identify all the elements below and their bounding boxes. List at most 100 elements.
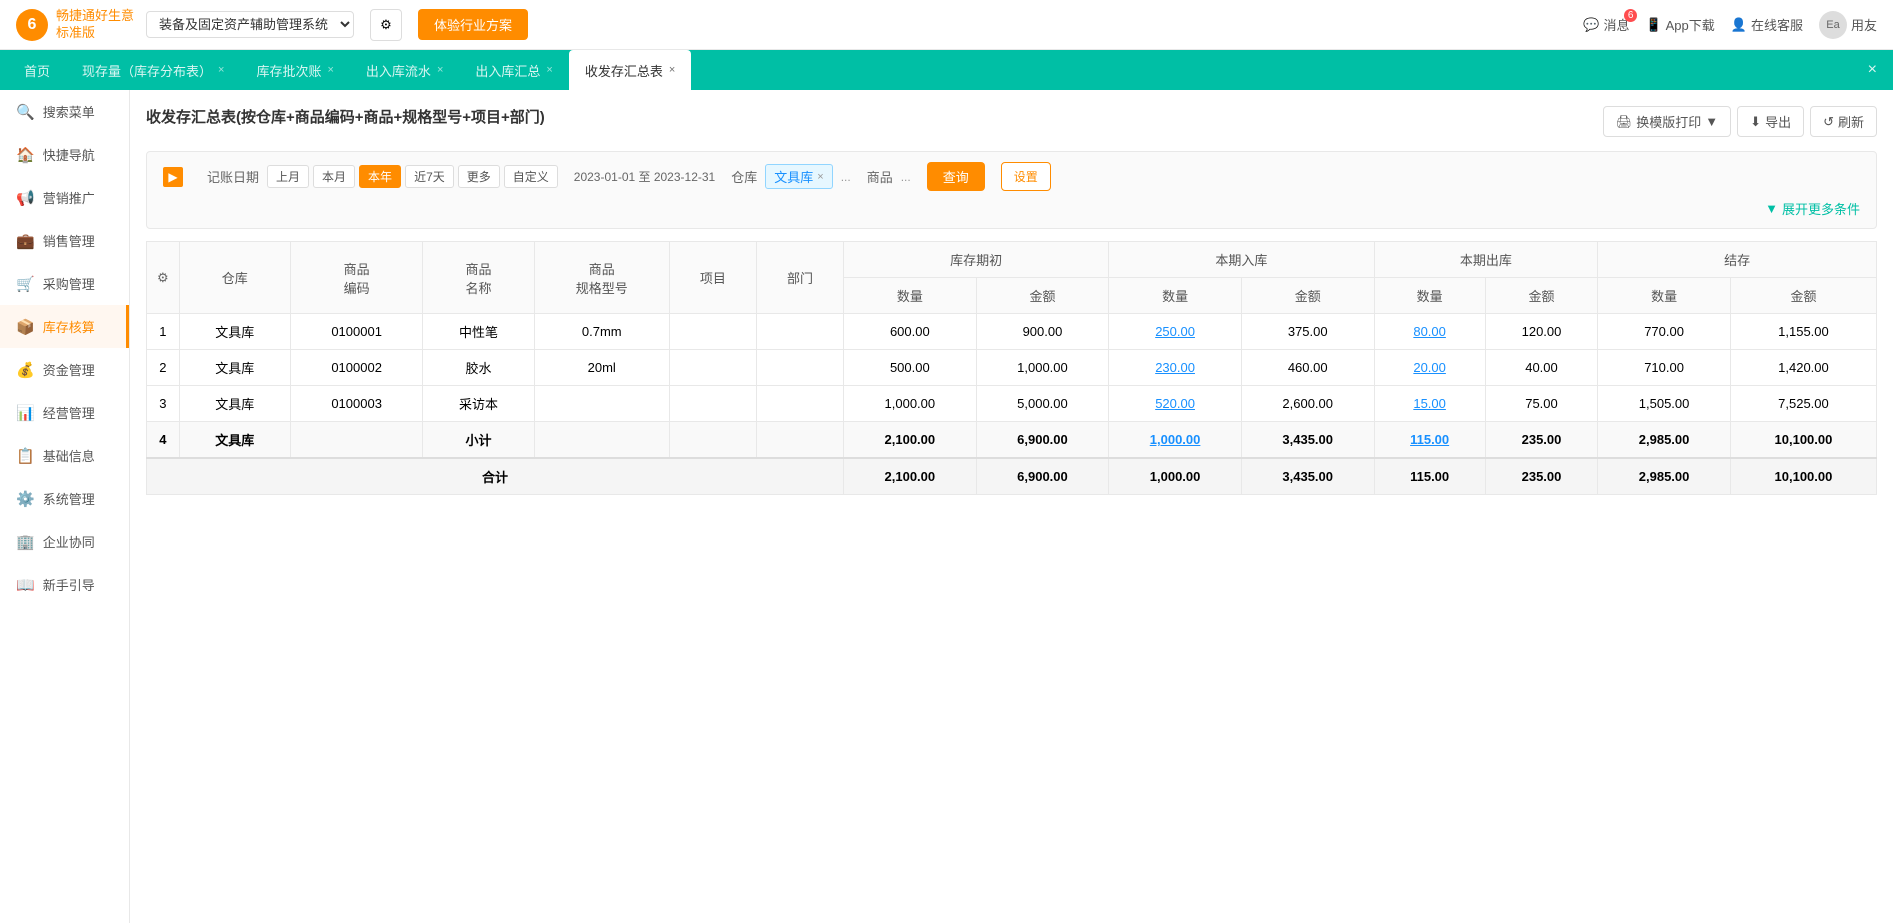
user-area[interactable]: Ea 用友 <box>1819 11 1877 39</box>
th-warehouse: 仓库 <box>179 242 290 314</box>
guide-icon: 📖 <box>16 576 35 594</box>
query-button[interactable]: 查询 <box>927 162 985 191</box>
tab-inout-flow[interactable]: 出入库流水 × <box>350 50 459 90</box>
cell-open-qty: 2,100.00 <box>844 422 977 459</box>
total-label: 合计 <box>147 458 844 495</box>
tab-inout-flow-close[interactable]: × <box>437 64 443 76</box>
sidebar-item-finance[interactable]: 💰 资金管理 <box>0 348 129 391</box>
th-spec: 商品规格型号 <box>534 242 669 314</box>
date-filter-label: 记账日期 <box>207 167 259 186</box>
cell-out-amt: 235.00 <box>1485 422 1598 459</box>
tab-recv-send[interactable]: 收发存汇总表 × <box>569 50 691 90</box>
collapse-arrow-btn[interactable]: ▶ <box>163 167 183 187</box>
cell-project <box>669 314 756 350</box>
cell-bal-amt: 10,100.00 <box>1730 422 1876 459</box>
th-dept: 部门 <box>756 242 843 314</box>
tab-inout-summary-close[interactable]: × <box>546 64 552 76</box>
sidebar-item-system[interactable]: ⚙️ 系统管理 <box>0 477 129 520</box>
tab-home[interactable]: 首页 <box>8 50 66 90</box>
sidebar-item-guide[interactable]: 📖 新手引导 <box>0 563 129 606</box>
export-button[interactable]: ⬇ 导出 <box>1737 106 1804 137</box>
sidebar-item-basic-info[interactable]: 📋 基础信息 <box>0 434 129 477</box>
cell-in-qty[interactable]: 250.00 <box>1109 314 1242 350</box>
page-header-row: 收发存汇总表(按仓库+商品编码+商品+规格型号+项目+部门) 🖨 换模版打印 ▼… <box>146 106 1877 143</box>
filter-row-1: ▶ 记账日期 上月 本月 本年 近7天 更多 自定义 2023-01-01 至 … <box>163 162 1860 191</box>
cell-code: 0100002 <box>290 350 423 386</box>
tab-inventory-dist[interactable]: 现存量（库存分布表） × <box>66 50 240 90</box>
btn-last-month[interactable]: 上月 <box>267 165 309 188</box>
warehouse-tag-text: 文具库 <box>774 167 813 186</box>
cell-name: 采访本 <box>423 386 534 422</box>
app-download-btn[interactable]: 📱 App下载 <box>1645 15 1714 34</box>
cell-out-qty[interactable]: 20.00 <box>1374 350 1485 386</box>
sidebar-item-purchase[interactable]: 🛒 采购管理 <box>0 262 129 305</box>
sidebar-item-marketing-label: 营销推广 <box>43 188 95 207</box>
btn-this-year[interactable]: 本年 <box>359 165 401 188</box>
th-settings[interactable]: ⚙ <box>147 242 180 314</box>
print-button[interactable]: 🖨 换模版打印 ▼ <box>1603 106 1731 137</box>
tab-batch-close[interactable]: × <box>327 64 333 76</box>
sidebar-item-quick-nav[interactable]: 🏠 快捷导航 <box>0 133 129 176</box>
cell-dept <box>756 314 843 350</box>
cell-in-amt: 3,435.00 <box>1241 422 1374 459</box>
th-bal-amt: 金额 <box>1730 278 1876 314</box>
th-period-in: 本期入库 <box>1109 242 1374 278</box>
sidebar-item-marketing[interactable]: 📢 营销推广 <box>0 176 129 219</box>
purchase-icon: 🛒 <box>16 275 35 293</box>
tab-inout-summary[interactable]: 出入库汇总 × <box>459 50 568 90</box>
cell-in-qty[interactable]: 520.00 <box>1109 386 1242 422</box>
cell-spec <box>534 386 669 422</box>
cell-out-amt: 120.00 <box>1485 314 1598 350</box>
system-name-area: 装备及固定资产辅助管理系统 ⚙ 体验行业方案 <box>146 9 1583 41</box>
trial-button[interactable]: 体验行业方案 <box>418 9 528 40</box>
cell-out-qty[interactable]: 80.00 <box>1374 314 1485 350</box>
app-icon: 📱 <box>1645 17 1661 33</box>
cell-out-qty[interactable]: 15.00 <box>1374 386 1485 422</box>
tab-batch[interactable]: 库存批次账 × <box>240 50 349 90</box>
warehouse-more-link[interactable]: ... <box>841 170 851 184</box>
cell-in-qty[interactable]: 230.00 <box>1109 350 1242 386</box>
cell-name: 胶水 <box>423 350 534 386</box>
gear-icon[interactable]: ⚙ <box>157 270 169 285</box>
sidebar-item-sales[interactable]: 💼 销售管理 <box>0 219 129 262</box>
sidebar-item-enterprise[interactable]: 🏢 企业协同 <box>0 520 129 563</box>
message-btn[interactable]: 💬 消息 6 <box>1583 15 1629 34</box>
warehouse-tag-close[interactable]: × <box>817 171 823 183</box>
cell-warehouse: 文具库 <box>179 386 290 422</box>
expand-conditions-btn[interactable]: ▼ 展开更多条件 <box>1765 199 1860 218</box>
sidebar-item-quick-nav-label: 快捷导航 <box>43 145 95 164</box>
tab-recv-send-close[interactable]: × <box>669 64 675 76</box>
sidebar-item-search-label: 搜索菜单 <box>43 102 95 121</box>
sidebar-item-finance-label: 资金管理 <box>43 360 95 379</box>
total-bal-qty: 2,985.00 <box>1598 458 1731 495</box>
sidebar-item-operations[interactable]: 📊 经营管理 <box>0 391 129 434</box>
th-code: 商品编码 <box>290 242 423 314</box>
cell-bal-amt: 7,525.00 <box>1730 386 1876 422</box>
basic-info-icon: 📋 <box>16 447 35 465</box>
column-settings-button[interactable]: 设置 <box>1001 162 1051 191</box>
btn-more[interactable]: 更多 <box>458 165 500 188</box>
cell-open-qty: 500.00 <box>844 350 977 386</box>
sidebar-item-guide-label: 新手引导 <box>43 575 95 594</box>
cell-bal-qty: 1,505.00 <box>1598 386 1731 422</box>
filter-bar: ▶ 记账日期 上月 本月 本年 近7天 更多 自定义 2023-01-01 至 … <box>146 151 1877 229</box>
tab-inventory-dist-close[interactable]: × <box>218 64 224 76</box>
warehouse-tag[interactable]: 文具库 × <box>765 164 832 189</box>
refresh-button[interactable]: ↺ 刷新 <box>1810 106 1877 137</box>
header-right: 💬 消息 6 📱 App下载 👤 在线客服 Ea 用友 <box>1583 11 1877 39</box>
sidebar-item-inventory[interactable]: 📦 库存核算 <box>0 305 129 348</box>
goods-more-link[interactable]: ... <box>901 170 911 184</box>
logo-area: 6 畅捷通好生意 标准版 <box>16 8 146 42</box>
th-opening-stock: 库存期初 <box>844 242 1109 278</box>
sidebar-item-sales-label: 销售管理 <box>43 231 95 250</box>
warehouse-filter-item: 仓库 文具库 × ... <box>731 164 850 189</box>
cell-seq: 4 <box>147 422 180 459</box>
btn-7days[interactable]: 近7天 <box>405 165 454 188</box>
online-service-btn[interactable]: 👤 在线客服 <box>1731 15 1803 34</box>
btn-custom[interactable]: 自定义 <box>504 165 558 188</box>
all-tabs-close[interactable]: × <box>1860 61 1885 79</box>
btn-this-month[interactable]: 本月 <box>313 165 355 188</box>
sidebar-item-search[interactable]: 🔍 搜索菜单 <box>0 90 129 133</box>
settings-icon-btn[interactable]: ⚙ <box>370 9 402 41</box>
system-select[interactable]: 装备及固定资产辅助管理系统 <box>146 11 354 38</box>
